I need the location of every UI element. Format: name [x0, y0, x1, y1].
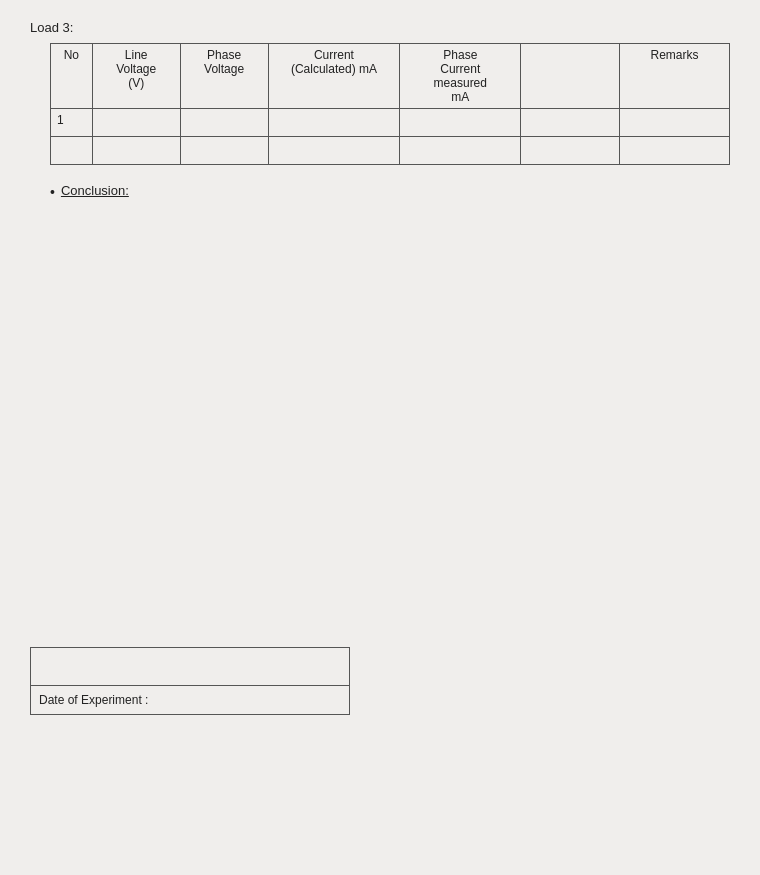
- cell-phase-current-1: [400, 109, 521, 137]
- cell-phase-current-2: [400, 137, 521, 165]
- header-phase-current: PhaseCurrentmeasuredmA: [400, 44, 521, 109]
- cell-no-2: [51, 137, 93, 165]
- header-phase-voltage: PhaseVoltage: [180, 44, 268, 109]
- cell-remarks-1: [620, 109, 730, 137]
- conclusion-section: • Conclusion:: [50, 183, 730, 200]
- page-container: Load 3: No LineVoltage(V) PhaseVoltage C…: [0, 0, 760, 875]
- load-label: Load 3:: [30, 20, 730, 35]
- cell-current-calc-2: [268, 137, 400, 165]
- data-table: No LineVoltage(V) PhaseVoltage Current(C…: [50, 43, 730, 165]
- header-current-calc: Current(Calculated) mA: [268, 44, 400, 109]
- table-header-row: No LineVoltage(V) PhaseVoltage Current(C…: [51, 44, 730, 109]
- cell-phase-voltage-2: [180, 137, 268, 165]
- date-label: Date of Experiment :: [31, 686, 349, 714]
- table-row: 1: [51, 109, 730, 137]
- date-box-top-area: [31, 648, 349, 686]
- cell-line-voltage-2: [92, 137, 180, 165]
- cell-line-voltage-1: [92, 109, 180, 137]
- cell-no-1: 1: [51, 109, 93, 137]
- header-remarks: Remarks: [620, 44, 730, 109]
- header-empty: [521, 44, 620, 109]
- header-line-voltage: LineVoltage(V): [92, 44, 180, 109]
- cell-empty-1: [521, 109, 620, 137]
- cell-current-calc-1: [268, 109, 400, 137]
- bullet-point: •: [50, 184, 55, 200]
- cell-empty-2: [521, 137, 620, 165]
- date-box-container: Date of Experiment :: [30, 647, 350, 715]
- cell-remarks-2: [620, 137, 730, 165]
- table-wrapper: No LineVoltage(V) PhaseVoltage Current(C…: [50, 43, 730, 165]
- conclusion-label: Conclusion:: [61, 183, 129, 198]
- cell-phase-voltage-1: [180, 109, 268, 137]
- header-no: No: [51, 44, 93, 109]
- table-row: [51, 137, 730, 165]
